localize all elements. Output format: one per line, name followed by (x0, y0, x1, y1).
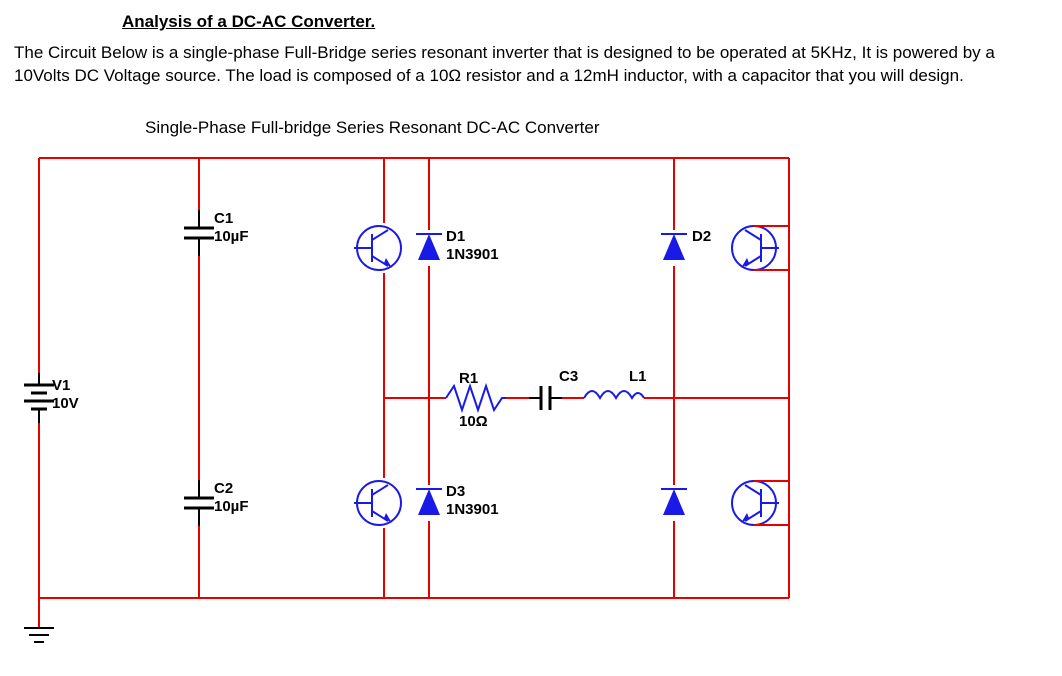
transistor-q4 (732, 478, 789, 528)
ground-icon (24, 598, 54, 642)
transistor-q3 (354, 478, 401, 528)
diagram-title: Single-Phase Full-bridge Series Resonant… (145, 118, 599, 138)
l1-name: L1 (629, 368, 647, 385)
description-text: The Circuit Below is a single-phase Full… (14, 42, 1054, 88)
capacitor-c1: C1 10µF (184, 210, 249, 256)
r1-name: R1 (459, 370, 478, 387)
circuit-diagram: V1 10V C1 10µF C2 10µF (14, 138, 814, 668)
page-title: Analysis of a DC-AC Converter. (122, 12, 375, 32)
d1-part: 1N3901 (446, 246, 499, 263)
diode-d3: D3 1N3901 (416, 483, 499, 521)
c2-name: C2 (214, 480, 233, 497)
d3-part: 1N3901 (446, 501, 499, 518)
diode-d4 (661, 485, 687, 521)
v1-name: V1 (52, 377, 70, 394)
transistor-q1 (354, 223, 401, 273)
r1-value: 10Ω (459, 413, 488, 430)
diode-d2: D2 (661, 228, 711, 266)
transistor-q2 (732, 223, 789, 273)
voltage-source: V1 10V (24, 373, 79, 423)
inductor-l1: L1 (584, 368, 647, 408)
capacitor-c2: C2 10µF (184, 480, 249, 526)
c1-name: C1 (214, 210, 233, 227)
c2-value: 10µF (214, 498, 249, 515)
resistor-r1: R1 10Ω (446, 370, 506, 430)
diode-d1: D1 1N3901 (416, 228, 499, 266)
d3-name: D3 (446, 483, 465, 500)
capacitor-c3: C3 (529, 368, 578, 410)
d1-name: D1 (446, 228, 465, 245)
v1-value: 10V (52, 395, 79, 412)
c3-name: C3 (559, 368, 578, 385)
d2-name: D2 (692, 228, 711, 245)
c1-value: 10µF (214, 228, 249, 245)
